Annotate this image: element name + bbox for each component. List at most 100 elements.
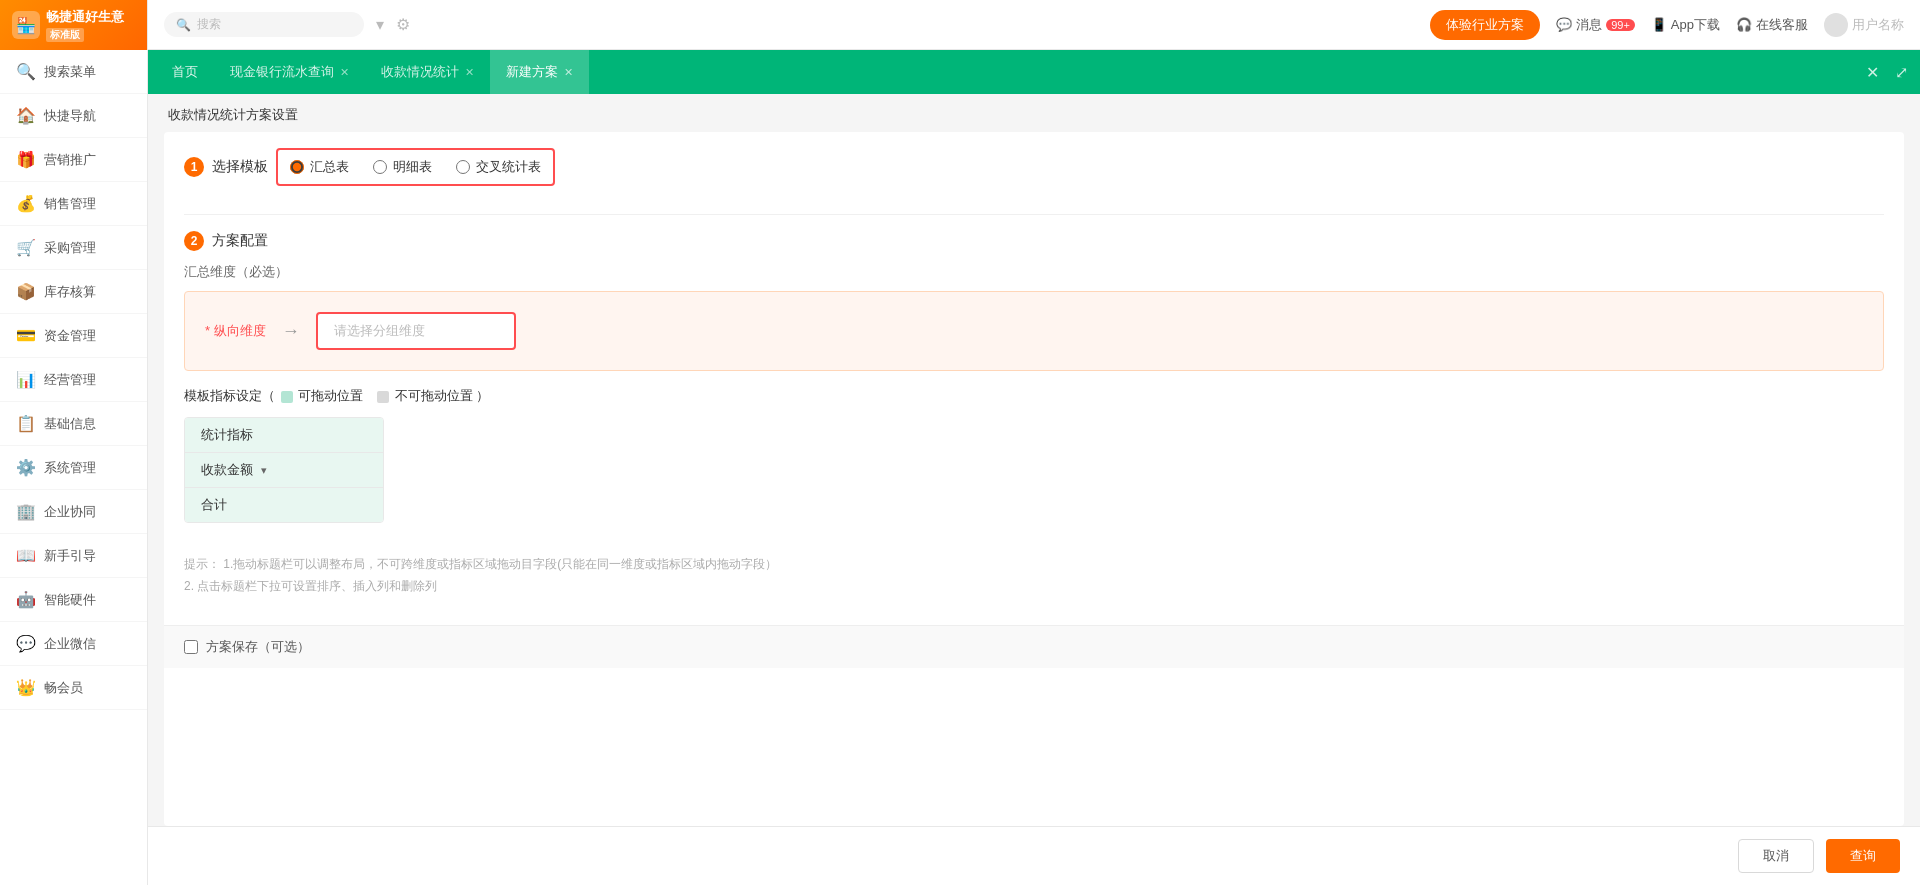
indicator-table: 统计指标 收款金额 ▾ 合计: [184, 417, 384, 523]
tab-home[interactable]: 首页: [156, 50, 214, 94]
message-action[interactable]: 💬 消息 99+: [1556, 16, 1635, 34]
sidebar-item-operations[interactable]: 📊 经营管理: [0, 358, 147, 402]
close-tab-receipt-stats[interactable]: ✕: [465, 66, 474, 79]
dropdown-icon[interactable]: ▾: [376, 15, 384, 34]
tip-text-2: 2. 点击标题栏下拉可设置排序、插入列和删除列: [184, 576, 437, 598]
receipt-stats-label: 收款情况统计: [381, 63, 459, 81]
sidebar-item-label: 营销推广: [44, 151, 96, 169]
radio-summary-label: 汇总表: [310, 158, 349, 176]
sidebar-item-member[interactable]: 👑 畅会员: [0, 666, 147, 710]
sidebar-item-purchase[interactable]: 🛒 采购管理: [0, 226, 147, 270]
marketing-icon: 🎁: [16, 150, 36, 169]
main-area: 🔍 搜索 ▾ ⚙ 体验行业方案 💬 消息 99+ 📱 App下载 🎧 在线客服 …: [148, 0, 1920, 885]
save-option: 方案保存（可选）: [164, 625, 1904, 668]
logo-text: 畅捷通好生意: [46, 8, 124, 26]
industry-btn[interactable]: 体验行业方案: [1430, 10, 1540, 40]
vertical-label: * 纵向维度: [205, 322, 266, 340]
wechat-icon: 💬: [16, 634, 36, 653]
step1-header: 1 选择模板 汇总表 明细表 交叉统计表: [184, 148, 1884, 186]
sidebar-item-inventory[interactable]: 📦 库存核算: [0, 270, 147, 314]
sidebar-item-marketing[interactable]: 🎁 营销推广: [0, 138, 147, 182]
bank-flow-label: 现金银行流水查询: [230, 63, 334, 81]
step2-header: 2 方案配置: [184, 231, 1884, 251]
sidebar-item-label: 搜索菜单: [44, 63, 96, 81]
sidebar-item-guide[interactable]: 📖 新手引导: [0, 534, 147, 578]
radio-summary[interactable]: 汇总表: [290, 158, 349, 176]
stats-item-header[interactable]: 收款金额 ▾: [185, 453, 383, 488]
radio-detail-input[interactable]: [373, 160, 387, 174]
sidebar-item-base-info[interactable]: 📋 基础信息: [0, 402, 147, 446]
step1-section: 1 选择模板 汇总表 明细表 交叉统计表: [164, 132, 1904, 214]
sidebar-item-label: 采购管理: [44, 239, 96, 257]
sidebar-item-label: 经营管理: [44, 371, 96, 389]
content-area: 收款情况统计方案设置 1 选择模板 汇总表 明细表: [148, 94, 1920, 885]
sidebar: 🏪 畅捷通好生意 标准版 🔍 搜索菜单 🏠 快捷导航 🎁 营销推广 💰 销售管理…: [0, 0, 148, 885]
sidebar-item-system[interactable]: ⚙️ 系统管理: [0, 446, 147, 490]
member-icon: 👑: [16, 678, 36, 697]
dimension-select[interactable]: 请选择分组维度: [316, 312, 516, 350]
indicator-header: 模板指标设定（ 可拖动位置 不可拖动位置 ）: [184, 387, 1884, 405]
purchase-icon: 🛒: [16, 238, 36, 257]
user-avatar: [1824, 13, 1848, 37]
app-download-action[interactable]: 📱 App下载: [1651, 16, 1720, 34]
sidebar-item-label: 企业协同: [44, 503, 96, 521]
smart-hw-icon: 🤖: [16, 590, 36, 609]
radio-detail[interactable]: 明细表: [373, 158, 432, 176]
config-area: * 纵向维度 → 请选择分组维度: [184, 291, 1884, 371]
page-title: 收款情况统计方案设置: [148, 94, 1920, 132]
close-tab-new-plan[interactable]: ✕: [564, 66, 573, 79]
tab-receipt-stats[interactable]: 收款情况统计 ✕: [365, 50, 490, 94]
step2-section: 2 方案配置 汇总维度（必选） * 纵向维度 → 请选择分组维度: [164, 215, 1904, 625]
tip-line-1: 提示： 1.拖动标题栏可以调整布局，不可跨维度或指标区域拖动目字段(只能在同一维…: [184, 554, 1884, 576]
tips-area: 提示： 1.拖动标题栏可以调整布局，不可跨维度或指标区域拖动目字段(只能在同一维…: [184, 542, 1884, 609]
chevron-down-icon: ▾: [261, 464, 267, 477]
dimension-placeholder: 请选择分组维度: [334, 323, 425, 338]
sidebar-item-wechat[interactable]: 💬 企业微信: [0, 622, 147, 666]
sidebar-item-smart-hw[interactable]: 🤖 智能硬件: [0, 578, 147, 622]
sidebar-item-finance[interactable]: 💳 资金管理: [0, 314, 147, 358]
logo-badge: 标准版: [46, 28, 84, 42]
arrow-icon: →: [282, 321, 300, 342]
search-menu-icon: 🔍: [16, 62, 36, 81]
close-window-btn[interactable]: ✕: [1862, 59, 1883, 86]
sidebar-item-label: 畅会员: [44, 679, 83, 697]
settings-icon[interactable]: ⚙: [396, 15, 410, 34]
indicator-header-text: 模板指标设定（ 可拖动位置 不可拖动位置 ）: [184, 387, 489, 405]
tip-text-1: 提示： 1.拖动标题栏可以调整布局，不可跨维度或指标区域拖动目字段(只能在同一维…: [184, 554, 777, 576]
home-label: 首页: [172, 63, 198, 81]
user-name: 用户名称: [1852, 16, 1904, 34]
sidebar-item-sales[interactable]: 💰 销售管理: [0, 182, 147, 226]
stats-item-label: 收款金额: [201, 461, 253, 479]
online-service-action[interactable]: 🎧 在线客服: [1736, 16, 1808, 34]
cancel-button[interactable]: 取消: [1738, 839, 1814, 873]
sidebar-item-label: 智能硬件: [44, 591, 96, 609]
query-button[interactable]: 查询: [1826, 839, 1900, 873]
dimension-row: * 纵向维度 → 请选择分组维度: [205, 312, 1863, 350]
quick-nav-icon: 🏠: [16, 106, 36, 125]
radio-cross-input[interactable]: [456, 160, 470, 174]
radio-summary-input[interactable]: [290, 160, 304, 174]
form-card: 1 选择模板 汇总表 明细表 交叉统计表: [164, 132, 1904, 826]
stats-sub-label: 合计: [201, 497, 227, 512]
topbar: 🔍 搜索 ▾ ⚙ 体验行业方案 💬 消息 99+ 📱 App下载 🎧 在线客服 …: [148, 0, 1920, 50]
operations-icon: 📊: [16, 370, 36, 389]
sidebar-item-quick-nav[interactable]: 🏠 快捷导航: [0, 94, 147, 138]
sidebar-item-enterprise[interactable]: 🏢 企业协同: [0, 490, 147, 534]
save-checkbox[interactable]: [184, 640, 198, 654]
sidebar-item-label: 快捷导航: [44, 107, 96, 125]
radio-detail-label: 明细表: [393, 158, 432, 176]
user-info[interactable]: 用户名称: [1824, 13, 1904, 37]
radio-cross[interactable]: 交叉统计表: [456, 158, 541, 176]
sidebar-item-label: 资金管理: [44, 327, 96, 345]
step1-number: 1: [184, 157, 204, 177]
tab-new-plan[interactable]: 新建方案 ✕: [490, 50, 589, 94]
close-tab-bank-flow[interactable]: ✕: [340, 66, 349, 79]
tab-bank-flow[interactable]: 现金银行流水查询 ✕: [214, 50, 365, 94]
sidebar-item-search-menu[interactable]: 🔍 搜索菜单: [0, 50, 147, 94]
maximize-window-btn[interactable]: ⤢: [1891, 59, 1912, 86]
topbar-search[interactable]: 🔍 搜索: [164, 12, 364, 37]
sidebar-logo: 🏪 畅捷通好生意 标准版: [0, 0, 147, 50]
system-icon: ⚙️: [16, 458, 36, 477]
tip-line-2: 2. 点击标题栏下拉可设置排序、插入列和删除列: [184, 576, 1884, 598]
sales-icon: 💰: [16, 194, 36, 213]
